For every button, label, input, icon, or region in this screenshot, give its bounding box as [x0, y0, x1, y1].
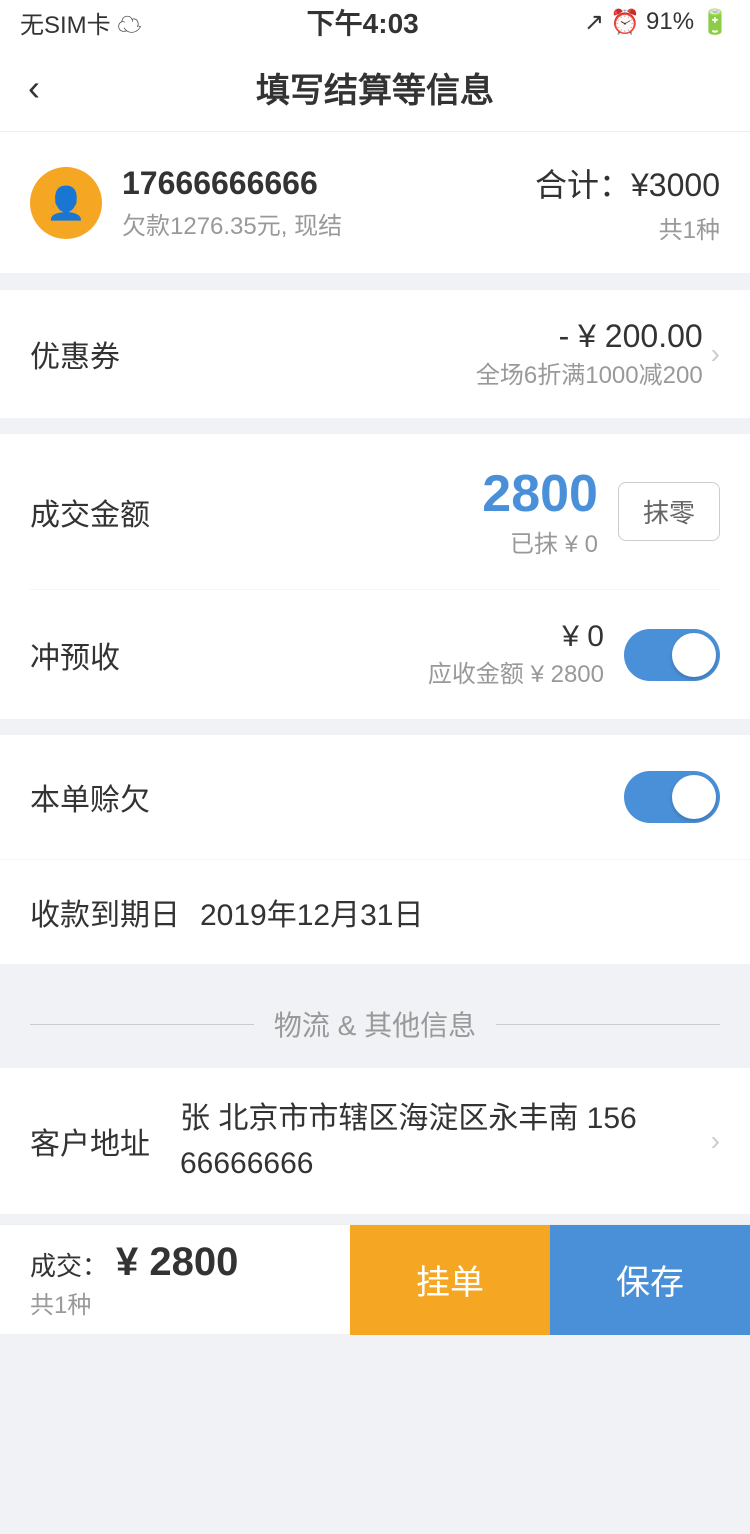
- address-label: 客户地址: [30, 1119, 150, 1163]
- section-divider-2: [0, 719, 750, 735]
- coupon-label: 优惠券: [30, 332, 120, 376]
- bottom-deal-label: 成交：: [30, 1246, 108, 1283]
- alarm-icon: ⏰: [610, 8, 640, 37]
- battery-icon: 🔋: [700, 8, 730, 37]
- prepay-label: 冲预收: [30, 633, 428, 677]
- deal-amount-sub: 已抹 ¥ 0: [482, 524, 598, 559]
- bottom-bar: 成交： ¥ 2800 共1种 挂单 保存: [0, 1224, 750, 1334]
- round-button[interactable]: 抹零: [618, 482, 720, 541]
- logistics-line-right: [496, 1024, 720, 1025]
- due-date-label: 收款到期日: [30, 890, 180, 934]
- prepay-row: 冲预收 ¥ 0 应收金额 ¥ 2800: [30, 590, 720, 719]
- prepay-sub: 应收金额 ¥ 2800: [428, 654, 604, 689]
- deal-amount-row: 成交金额 2800 已抹 ¥ 0 抹零: [30, 434, 720, 590]
- status-right: ↗ ⏰ 91% 🔋: [584, 8, 730, 37]
- debt-toggle[interactable]: [624, 771, 720, 823]
- due-date-row: 收款到期日 2019年12月31日: [0, 859, 750, 964]
- coupon-discount: - ¥ 200.00: [476, 318, 703, 355]
- deal-amount-value: 2800: [482, 464, 598, 524]
- battery-level: 91%: [646, 8, 694, 36]
- coupon-row[interactable]: 优惠券 - ¥ 200.00 全场6折满1000减200 ›: [0, 289, 750, 418]
- save-button[interactable]: 保存: [550, 1225, 750, 1335]
- total-sub: 共1种: [535, 210, 720, 245]
- address-chevron-icon: ›: [711, 1125, 720, 1157]
- status-time: 下午4:03: [307, 2, 419, 42]
- deal-amount-right: 2800 已抹 ¥ 0 抹零: [482, 464, 720, 559]
- section-divider-1: [0, 418, 750, 434]
- bottom-summary: 成交： ¥ 2800 共1种: [0, 1240, 350, 1320]
- customer-debt: 欠款1276.35元, 现结: [122, 206, 342, 241]
- address-row[interactable]: 客户地址 张 北京市市辖区海淀区永丰南 156 66666666 ›: [0, 1068, 750, 1214]
- page-title: 填写结算等信息: [256, 63, 494, 112]
- logistics-header: 物流 & 其他信息: [0, 980, 750, 1068]
- navigation-icon: ↗: [584, 8, 604, 37]
- customer-left: 👤 17666666666 欠款1276.35元, 现结: [30, 165, 342, 241]
- logistics-line-left: [30, 1024, 254, 1025]
- avatar: 👤: [30, 167, 102, 239]
- total-amount: 合计：¥3000: [535, 160, 720, 206]
- coupon-right: - ¥ 200.00 全场6折满1000减200 ›: [476, 318, 720, 390]
- customer-total: 合计：¥3000 共1种: [535, 160, 720, 245]
- status-bar: 无SIM卡 ☁ 下午4:03 ↗ ⏰ 91% 🔋: [0, 0, 750, 44]
- coupon-description: 全场6折满1000减200: [476, 355, 703, 390]
- section-divider-3: [0, 964, 750, 980]
- customer-phone: 17666666666: [122, 165, 342, 202]
- bottom-count: 共1种: [30, 1285, 320, 1320]
- bottom-deal-amount: ¥ 2800: [116, 1240, 238, 1285]
- nav-bar: ‹ 填写结算等信息: [0, 44, 750, 132]
- customer-row: 👤 17666666666 欠款1276.35元, 现结 合计：¥3000 共1…: [30, 160, 720, 245]
- prepay-left: 冲预收: [30, 633, 428, 677]
- pending-button[interactable]: 挂单: [350, 1225, 550, 1335]
- prepay-toggle[interactable]: [624, 629, 720, 681]
- sim-label: 无SIM卡 ☁: [20, 5, 141, 40]
- logistics-text: 物流 & 其他信息: [274, 1004, 476, 1044]
- address-value: 张 北京市市辖区海淀区永丰南 156 66666666: [180, 1096, 711, 1186]
- customer-card: 👤 17666666666 欠款1276.35元, 现结 合计：¥3000 共1…: [0, 132, 750, 273]
- coupon-chevron-icon: ›: [711, 338, 720, 370]
- debt-label: 本单赊欠: [30, 775, 150, 819]
- due-date-value: 2019年12月31日: [200, 890, 423, 934]
- prepay-right: ¥ 0 应收金额 ¥ 2800: [428, 620, 604, 689]
- deal-amount-label: 成交金额: [30, 490, 150, 534]
- debt-row: 本单赊欠: [0, 735, 750, 859]
- amount-section: 成交金额 2800 已抹 ¥ 0 抹零 冲预收 ¥ 0 应收金额 ¥ 2800: [0, 434, 750, 719]
- customer-info: 17666666666 欠款1276.35元, 现结: [122, 165, 342, 241]
- avatar-icon: 👤: [46, 184, 86, 222]
- prepay-amount: ¥ 0: [562, 620, 604, 654]
- back-button[interactable]: ‹: [28, 67, 40, 109]
- status-left: 无SIM卡 ☁: [20, 5, 141, 40]
